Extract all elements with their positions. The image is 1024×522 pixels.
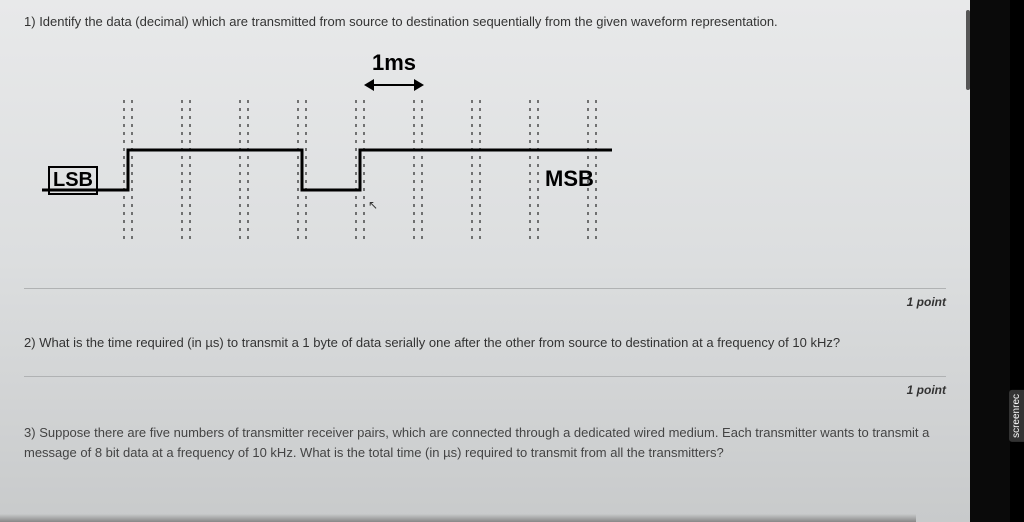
screenrec-badge: screenrec xyxy=(1009,390,1024,442)
q2-text: What is the time required (in µs) to tra… xyxy=(39,335,840,350)
q3-text: Suppose there are five numbers of transm… xyxy=(24,425,929,461)
msb-label: MSB xyxy=(545,166,594,192)
question-2: 2) What is the time required (in µs) to … xyxy=(24,335,946,350)
scrollbar[interactable] xyxy=(958,0,970,522)
lsb-label: LSB xyxy=(48,166,98,195)
question-1: 1) Identify the data (decimal) which are… xyxy=(24,12,946,32)
bottom-edge xyxy=(0,514,916,522)
bit-period-label: 1ms xyxy=(372,50,416,76)
q1-text: Identify the data (decimal) which are tr… xyxy=(39,14,777,29)
divider xyxy=(24,288,946,289)
waveform-diagram: 1ms xyxy=(42,50,622,260)
q1-number: 1) xyxy=(24,14,36,29)
right-dark-bar xyxy=(970,0,1010,522)
question-3: 3) Suppose there are five numbers of tra… xyxy=(24,423,946,465)
points-label-1: 1 point xyxy=(24,295,946,309)
divider xyxy=(24,376,946,377)
points-label-2: 1 point xyxy=(24,383,946,397)
q2-number: 2) xyxy=(24,335,36,350)
cursor-icon: ↖ xyxy=(368,198,378,212)
document-page: 1) Identify the data (decimal) which are… xyxy=(0,0,970,522)
q3-number: 3) xyxy=(24,425,36,440)
waveform-svg xyxy=(42,80,622,260)
